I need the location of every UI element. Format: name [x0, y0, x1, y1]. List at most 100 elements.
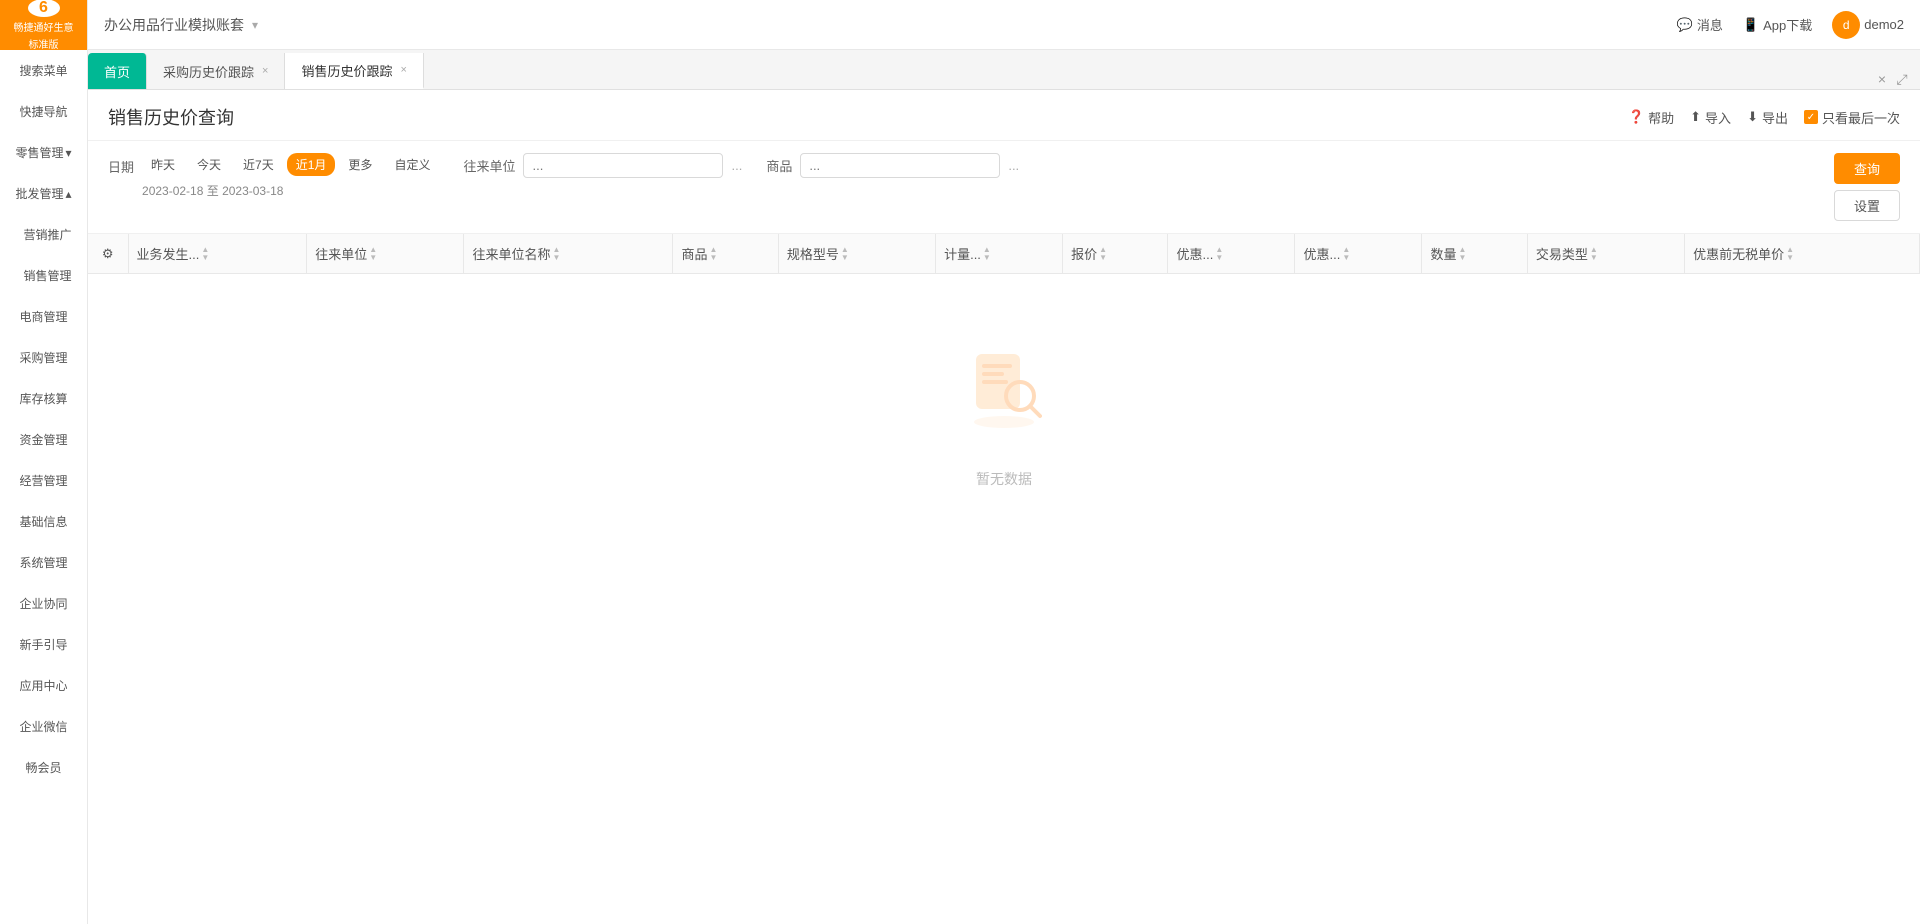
sidebar-item-basic[interactable]: 基础信息	[0, 501, 87, 542]
sort-icon-quote[interactable]: ▲▼	[1099, 246, 1107, 262]
sidebar-item-marketing[interactable]: 营销推广	[0, 214, 87, 255]
date-btn-yesterday[interactable]: 昨天	[142, 153, 184, 176]
tab-purchase-close-icon[interactable]: ×	[262, 65, 268, 77]
date-btn-custom[interactable]: 自定义	[385, 153, 439, 176]
user-name: demo2	[1864, 17, 1904, 32]
sort-icon-spec[interactable]: ▲▼	[841, 246, 849, 262]
date-options-container: 昨天 今天 近7天 近1月 更多 自定义 2023-02-18 至 2023-0…	[142, 153, 439, 199]
settings-button[interactable]: 设置	[1834, 190, 1900, 221]
sort-icon-goods[interactable]: ▲▼	[709, 246, 717, 262]
window-close-btn[interactable]: ×	[1872, 69, 1892, 89]
sort-icon-discount1[interactable]: ▲▼	[1215, 246, 1223, 262]
app-download-label: App下载	[1763, 15, 1812, 34]
sidebar-item-wechat[interactable]: 企业微信	[0, 706, 87, 747]
col-trade-type-label: 交易类型	[1536, 244, 1588, 263]
sidebar-item-system[interactable]: 系统管理	[0, 542, 87, 583]
col-discount1-label: 优惠...	[1176, 244, 1213, 263]
sidebar-item-member[interactable]: 畅会员	[0, 747, 87, 788]
query-button[interactable]: 查询	[1834, 153, 1900, 184]
top-header: 办公用品行业模拟账套 ▾ 💬 消息 📱 App下载 d demo2	[88, 0, 1920, 50]
col-quantity[interactable]: 数量 ▲▼	[1422, 234, 1527, 274]
sidebar-item-apps[interactable]: 应用中心	[0, 665, 87, 706]
col-unit[interactable]: 计量... ▲▼	[936, 234, 1063, 274]
col-settings[interactable]: ⚙	[88, 234, 128, 274]
goods-input[interactable]	[800, 153, 1000, 178]
date-btn-1month[interactable]: 近1月	[287, 153, 336, 176]
sidebar-item-wholesale[interactable]: 批发管理 ▴	[0, 173, 87, 214]
import-btn[interactable]: ⬆ 导入	[1690, 108, 1731, 127]
table-container: ⚙ 业务发生... ▲▼ 往来单位 ▲▼	[88, 234, 1920, 924]
date-btn-7days[interactable]: 近7天	[234, 153, 283, 176]
col-discount2[interactable]: 优惠... ▲▼	[1295, 234, 1422, 274]
app-logo[interactable]: 6 畅捷通好生意 标准版	[0, 0, 87, 50]
sidebar-item-shortcuts[interactable]: 快捷导航	[0, 91, 87, 132]
col-goods[interactable]: 商品 ▲▼	[673, 234, 778, 274]
col-biz-date[interactable]: 业务发生... ▲▼	[128, 234, 307, 274]
chevron-down-icon: ▾	[65, 146, 71, 160]
empty-illustration	[954, 334, 1054, 434]
col-quantity-label: 数量	[1430, 244, 1456, 263]
col-pretax-price[interactable]: 优惠前无税单价 ▲▼	[1685, 234, 1920, 274]
col-discount1[interactable]: 优惠... ▲▼	[1168, 234, 1295, 274]
logo-subtitle: 标准版	[29, 36, 59, 51]
col-partner-code[interactable]: 往来单位 ▲▼	[307, 234, 464, 274]
sidebar-item-enterprise[interactable]: 企业协同	[0, 583, 87, 624]
col-spec[interactable]: 规格型号 ▲▼	[778, 234, 935, 274]
date-filter-label: 日期	[108, 157, 134, 176]
col-partner-name[interactable]: 往来单位名称 ▲▼	[464, 234, 673, 274]
goods-filter-group: 商品 ...	[766, 153, 1019, 178]
date-filter-group: 日期 昨天 今天 近7天 近1月 更多 自定义 2023-02-18 至 202…	[108, 153, 439, 199]
help-btn[interactable]: ❓ 帮助	[1628, 108, 1674, 127]
tab-sales-close-icon[interactable]: ×	[400, 64, 406, 76]
sidebar-item-inventory[interactable]: 库存核算	[0, 378, 87, 419]
only-last-toggle[interactable]: ✓ 只看最后一次	[1804, 108, 1900, 127]
checkbox-checked-icon: ✓	[1804, 110, 1818, 124]
date-btn-more[interactable]: 更多	[339, 153, 381, 176]
sidebar-item-retail[interactable]: 零售管理 ▾	[0, 132, 87, 173]
sort-icon-unit[interactable]: ▲▼	[983, 246, 991, 262]
partner-input[interactable]	[523, 153, 723, 178]
sidebar-item-search[interactable]: 搜索菜单	[0, 50, 87, 91]
date-btn-today[interactable]: 今天	[188, 153, 230, 176]
date-range-display: 2023-02-18 至 2023-03-18	[142, 182, 439, 199]
sidebar: 6 畅捷通好生意 标准版 搜索菜单 快捷导航 零售管理 ▾ 批发管理 ▴ 营销推…	[0, 0, 88, 924]
window-maximize-btn[interactable]: ⤢	[1892, 69, 1912, 89]
tab-sales-label: 销售历史价跟踪	[301, 61, 392, 80]
sidebar-item-operations[interactable]: 经营管理	[0, 460, 87, 501]
sort-icon-partner-name[interactable]: ▲▼	[552, 246, 560, 262]
sidebar-item-sales[interactable]: 销售管理	[0, 255, 87, 296]
col-pretax-price-label: 优惠前无税单价	[1693, 244, 1784, 263]
settings-icon[interactable]: ⚙	[102, 246, 114, 261]
sort-icon-pretax-price[interactable]: ▲▼	[1786, 246, 1794, 262]
col-quote[interactable]: 报价 ▲▼	[1063, 234, 1168, 274]
export-icon: ⬇	[1747, 109, 1758, 125]
app-download-btn[interactable]: 📱 App下载	[1743, 15, 1812, 34]
tab-bar: 首页 采购历史价跟踪 × 销售历史价跟踪 × × ⤢	[88, 50, 1920, 90]
sidebar-item-ecommerce[interactable]: 电商管理	[0, 296, 87, 337]
sort-icon-biz-date[interactable]: ▲▼	[201, 246, 209, 262]
sort-icon-partner-code[interactable]: ▲▼	[369, 246, 377, 262]
sort-icon-discount2[interactable]: ▲▼	[1342, 246, 1350, 262]
page-title: 销售历史价查询	[108, 104, 234, 130]
col-trade-type[interactable]: 交易类型 ▲▼	[1527, 234, 1684, 274]
export-btn[interactable]: ⬇ 导出	[1747, 108, 1788, 127]
filter-row: 日期 昨天 今天 近7天 近1月 更多 自定义 2023-02-18 至 202…	[108, 153, 1900, 221]
goods-dots-icon[interactable]: ...	[1008, 158, 1019, 173]
tab-purchase-history[interactable]: 采购历史价跟踪 ×	[147, 53, 285, 89]
tab-sales-history[interactable]: 销售历史价跟踪 ×	[285, 53, 423, 89]
table-header: ⚙ 业务发生... ▲▼ 往来单位 ▲▼	[88, 234, 1920, 274]
col-partner-code-header: 往来单位 ▲▼	[315, 244, 455, 263]
sort-icon-trade-type[interactable]: ▲▼	[1590, 246, 1598, 262]
message-btn[interactable]: 💬 消息	[1677, 15, 1723, 34]
sidebar-item-newbie[interactable]: 新手引导	[0, 624, 87, 665]
sidebar-item-purchase[interactable]: 采购管理	[0, 337, 87, 378]
sort-icon-quantity[interactable]: ▲▼	[1458, 246, 1466, 262]
header-dropdown-icon[interactable]: ▾	[252, 18, 258, 32]
tab-home[interactable]: 首页	[88, 53, 147, 89]
only-last-label: 只看最后一次	[1822, 108, 1900, 127]
data-table: ⚙ 业务发生... ▲▼ 往来单位 ▲▼	[88, 234, 1920, 274]
sidebar-item-finance[interactable]: 资金管理	[0, 419, 87, 460]
user-menu[interactable]: d demo2	[1832, 11, 1904, 39]
partner-dots-icon[interactable]: ...	[731, 158, 742, 173]
col-spec-label: 规格型号	[787, 244, 839, 263]
